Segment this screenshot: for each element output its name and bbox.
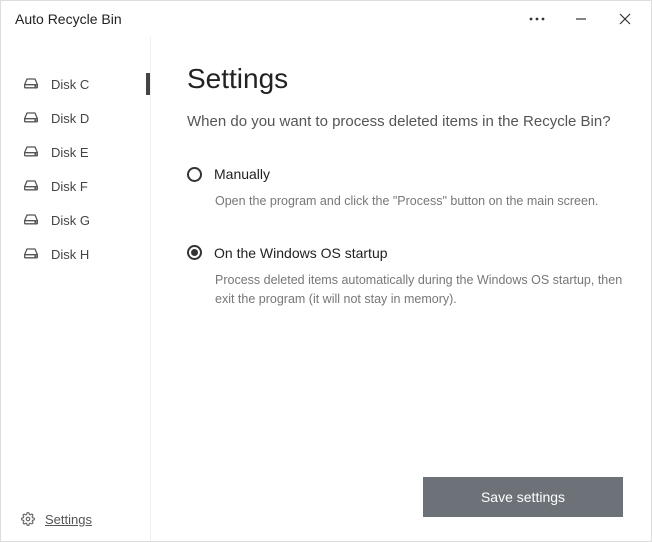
option-description: Process deleted items automatically duri…	[187, 271, 623, 309]
window-title: Auto Recycle Bin	[15, 11, 515, 27]
close-button[interactable]	[603, 1, 647, 37]
disk-label: Disk F	[51, 179, 88, 194]
minimize-icon	[575, 13, 587, 25]
main: Disk C Disk D Disk E Disk F Disk G Disk H Set…	[1, 37, 651, 541]
radio-icon	[187, 245, 202, 260]
radio-icon	[187, 167, 202, 182]
disk-list: Disk C Disk D Disk E Disk F Disk G Disk H	[1, 67, 150, 497]
page-heading: Settings	[187, 63, 623, 95]
sidebar-disk-item[interactable]: Disk H	[1, 237, 150, 271]
disk-icon	[23, 179, 39, 194]
gear-icon	[21, 512, 35, 526]
option-label: On the Windows OS startup	[214, 245, 388, 261]
option-label: Manually	[214, 166, 270, 182]
option-radio-row[interactable]: On the Windows OS startup	[187, 245, 623, 261]
sidebar-disk-item[interactable]: Disk G	[1, 203, 150, 237]
more-button[interactable]	[515, 1, 559, 37]
page-subtitle: When do you want to process deleted item…	[187, 111, 623, 132]
sidebar-disk-item[interactable]: Disk E	[1, 135, 150, 169]
disk-icon	[23, 77, 39, 92]
disk-icon	[23, 247, 39, 262]
option-radio-row[interactable]: Manually	[187, 166, 623, 182]
settings-link[interactable]: Settings	[1, 497, 150, 541]
process-option: Manually Open the program and click the "…	[187, 166, 623, 211]
settings-link-label: Settings	[45, 512, 92, 527]
process-option: On the Windows OS startup Process deleted…	[187, 245, 623, 309]
options-group: Manually Open the program and click the "…	[187, 166, 623, 342]
sidebar-disk-item[interactable]: Disk D	[1, 101, 150, 135]
minimize-button[interactable]	[559, 1, 603, 37]
sidebar-disk-item[interactable]: Disk F	[1, 169, 150, 203]
sidebar: Disk C Disk D Disk E Disk F Disk G Disk H Set…	[1, 37, 151, 541]
disk-label: Disk D	[51, 111, 89, 126]
disk-label: Disk H	[51, 247, 89, 262]
disk-icon	[23, 213, 39, 228]
disk-label: Disk E	[51, 145, 89, 160]
content: Settings When do you want to process del…	[151, 37, 651, 541]
disk-label: Disk G	[51, 213, 90, 228]
close-icon	[619, 13, 631, 25]
disk-label: Disk C	[51, 77, 89, 92]
disk-icon	[23, 145, 39, 160]
disk-icon	[23, 111, 39, 126]
save-settings-button[interactable]: Save settings	[423, 477, 623, 517]
sidebar-disk-item[interactable]: Disk C	[1, 67, 150, 101]
option-description: Open the program and click the "Process"…	[187, 192, 623, 211]
dots-icon	[529, 17, 545, 21]
titlebar: Auto Recycle Bin	[1, 1, 651, 37]
